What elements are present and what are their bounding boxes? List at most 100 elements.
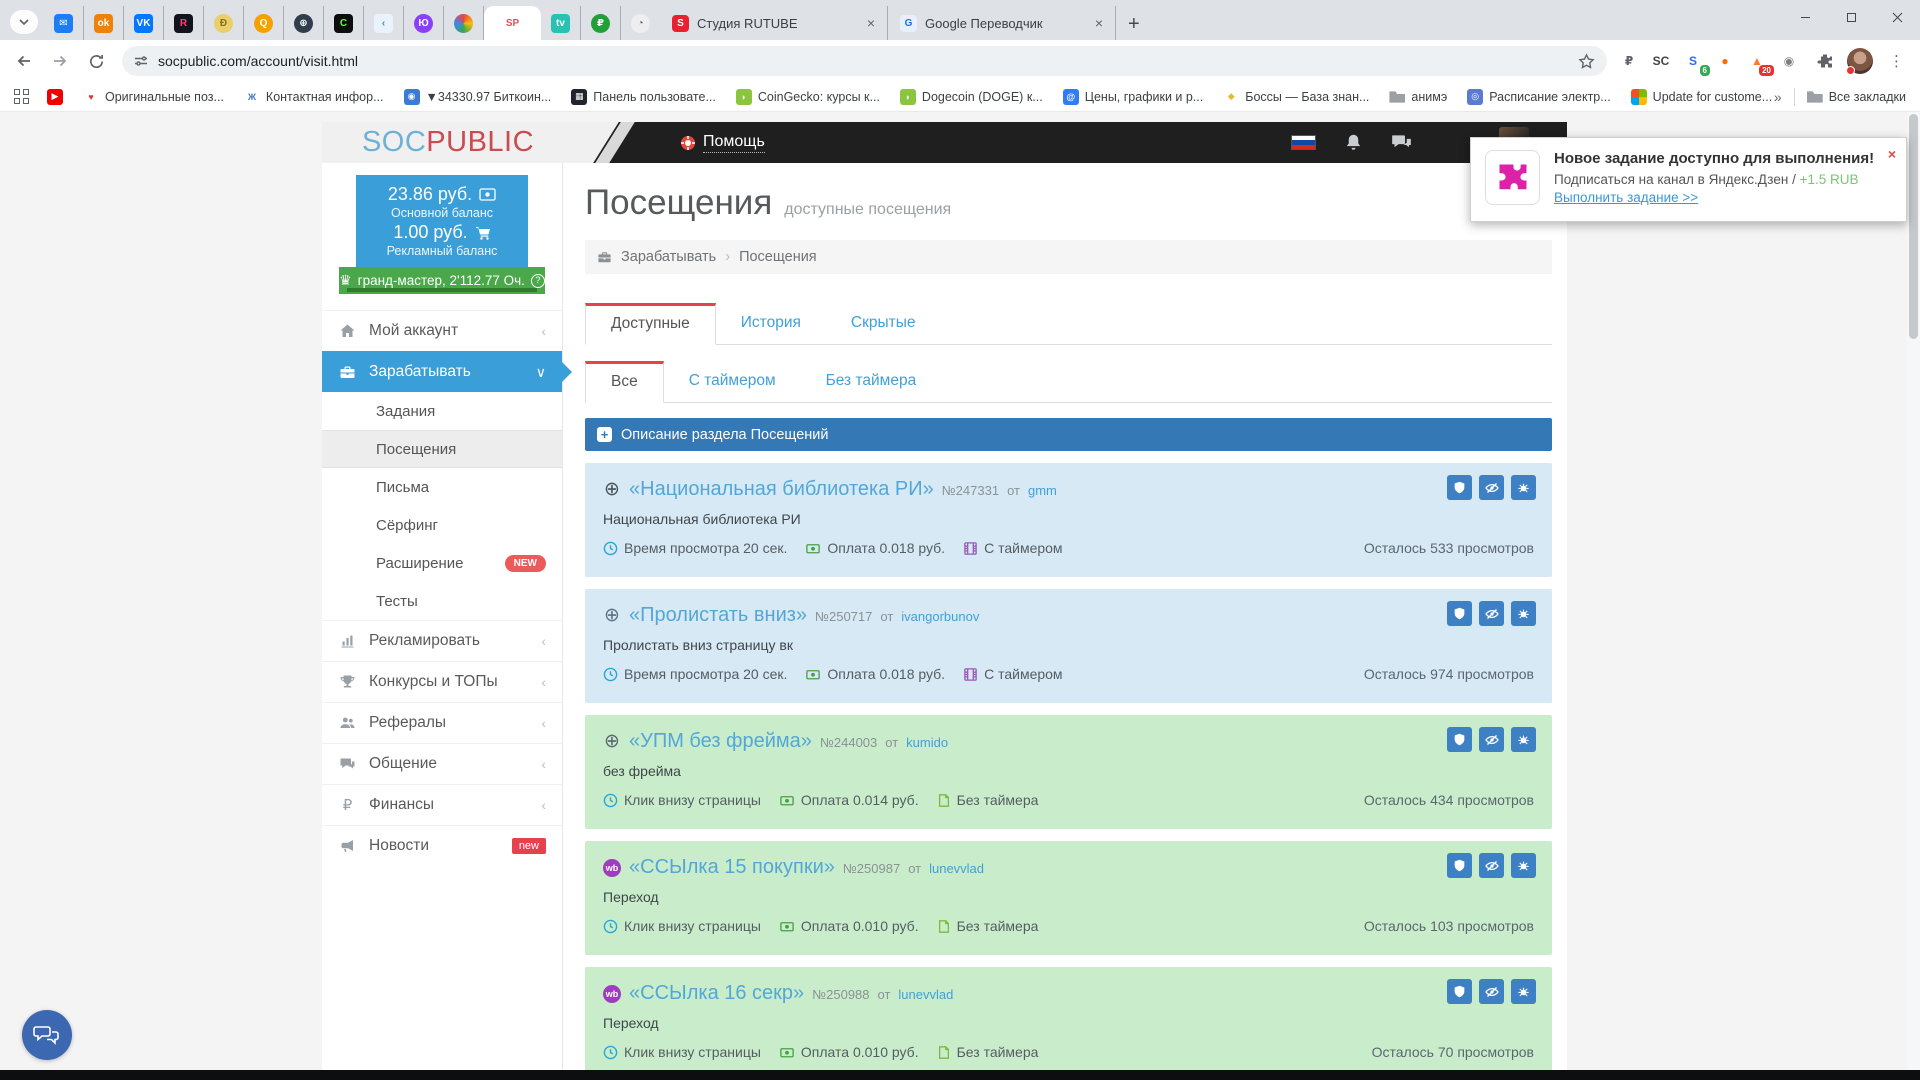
profile-avatar[interactable] [1847,48,1873,74]
sidebar-submenu-item[interactable]: Письма [322,468,562,506]
pinned-tab[interactable]: tv [541,6,581,40]
content-tab[interactable]: Скрытые [826,303,941,345]
hide-button[interactable] [1479,727,1504,752]
bookmarks-overflow-button[interactable]: » [1774,89,1782,105]
extensions-puzzle-button[interactable] [1811,47,1839,75]
pinned-tab[interactable]: Q [244,6,284,40]
section-description-banner[interactable]: + Описание раздела Посещений [585,418,1552,451]
close-notification-icon[interactable]: × [1888,146,1896,162]
content-tab[interactable]: С таймером [664,361,801,403]
forward-button[interactable] [44,45,76,77]
sidebar-submenu-item[interactable]: Сёрфинг [322,506,562,544]
pinned-tab[interactable]: Ð [204,6,244,40]
task-title-link[interactable]: «Пролистать вниз» [629,604,807,627]
extension-icon[interactable]: SC [1647,47,1675,75]
bookmark-item[interactable]: ◆ Боссы — База знан... [1223,89,1369,105]
support-chat-widget[interactable] [22,1010,72,1060]
task-author-link[interactable]: lunevvlad [898,987,953,1002]
bookmark-item[interactable]: ◗ CoinGecko: курсы к... [736,89,880,105]
pinned-tab[interactable]: ‹ [364,6,404,40]
bookmark-item[interactable]: ◎ Расписание электр... [1467,89,1610,105]
sidebar-item-earn[interactable]: Зарабатывать ∨ [322,351,562,392]
pinned-tab[interactable]: ✉ [44,6,84,40]
complain-button[interactable] [1447,601,1472,626]
maximize-button[interactable] [1828,0,1874,34]
extension-icon[interactable]: ₽ [1615,47,1643,75]
all-bookmarks-button[interactable]: Все закладки [1807,89,1906,105]
complain-button[interactable] [1447,853,1472,878]
extension-icon[interactable]: ◉ [1775,47,1803,75]
bookmark-item[interactable]: ♥ Оригинальные поз... [83,89,224,105]
tab-search-button[interactable] [10,10,38,34]
hide-button[interactable] [1479,853,1504,878]
new-tab-button[interactable]: + [1116,13,1152,40]
pinned-tab[interactable]: ₽ [581,6,621,40]
bug-report-button[interactable] [1511,601,1536,626]
tab-close-icon[interactable]: × [1091,15,1107,31]
pinned-tab[interactable] [444,6,484,40]
bookmark-item[interactable]: анимэ [1389,89,1447,105]
bookmark-item[interactable]: @ Цены, графики и р... [1063,89,1204,105]
sidebar-item-advertise[interactable]: Рекламировать ‹ [322,620,562,661]
pinned-tab[interactable]: VK [124,6,164,40]
extension-icon[interactable]: ● [1711,47,1739,75]
minimize-button[interactable] [1782,0,1828,34]
tab-close-icon[interactable]: × [863,15,879,31]
site-settings-icon[interactable] [134,54,148,68]
pinned-tab[interactable]: ⊕ [284,6,324,40]
language-flag-ru[interactable] [1291,135,1316,150]
browser-tab[interactable]: G Google Переводчик × [888,6,1116,40]
content-tab[interactable]: Все [585,361,664,403]
rank-help-icon[interactable]: ? [531,274,545,288]
apps-grid-icon[interactable] [14,89,29,104]
sidebar-submenu-item[interactable]: Задания [322,392,562,430]
bookmark-star-icon[interactable] [1578,53,1595,70]
complain-button[interactable] [1447,475,1472,500]
content-tab[interactable]: Без таймера [801,361,942,403]
complain-button[interactable] [1447,727,1472,752]
task-title-link[interactable]: «Национальная библиотека РИ» [629,478,934,501]
content-tab[interactable]: История [716,303,826,345]
extension-icon[interactable]: ▲ 20 [1743,47,1771,75]
browser-menu-button[interactable]: ⋮ [1881,52,1912,70]
pinned-tab[interactable]: C [324,6,364,40]
bell-icon[interactable] [1344,133,1363,152]
bookmark-item[interactable]: ▶ [47,89,63,105]
pinned-tab[interactable]: SP [484,6,541,40]
hide-button[interactable] [1479,979,1504,1004]
bookmark-item[interactable]: ◗ Dogecoin (DOGE) к... [900,89,1043,105]
sidebar-submenu-item[interactable]: Посещения [322,430,562,468]
sidebar-item-contests[interactable]: Конкурсы и ТОПы ‹ [322,661,562,702]
complain-button[interactable] [1447,979,1472,1004]
help-link[interactable]: Помощь [680,122,765,163]
hide-button[interactable] [1479,475,1504,500]
sidebar-submenu-item[interactable]: Тесты [322,582,562,620]
task-author-link[interactable]: gmm [1028,483,1057,498]
bookmark-item[interactable]: Update for custome... [1631,89,1773,105]
back-button[interactable] [8,45,40,77]
hide-button[interactable] [1479,601,1504,626]
task-author-link[interactable]: ivangorbunov [901,609,979,624]
do-task-link[interactable]: Выполнить задание >> [1554,190,1698,205]
reload-button[interactable] [80,45,112,77]
breadcrumb-earn[interactable]: Зарабатывать [621,249,716,265]
bug-report-button[interactable] [1511,727,1536,752]
bookmark-item[interactable]: ◉ ▼34330.97 Биткоин... [404,89,552,105]
bookmark-item[interactable]: ▦ Панель пользовате... [571,89,716,105]
close-button[interactable] [1874,0,1920,34]
task-title-link[interactable]: «УПМ без фрейма» [629,730,812,753]
task-title-link[interactable]: «ССЫлка 16 секр» [629,982,804,1005]
sidebar-item-news[interactable]: Новости new [322,825,562,866]
bug-report-button[interactable] [1511,853,1536,878]
page-scrollbar[interactable] [1907,112,1920,1070]
bug-report-button[interactable] [1511,979,1536,1004]
bookmark-item[interactable]: Ж Контактная инфор... [244,89,384,105]
sidebar-submenu-item[interactable]: Расширение NEW [322,544,562,582]
pinned-tab[interactable]: ◔ [621,6,660,40]
content-tab[interactable]: Доступные [585,303,716,345]
url-text[interactable]: socpublic.com/account/visit.html [158,53,1568,69]
sidebar-item-referrals[interactable]: Рефералы ‹ [322,702,562,743]
task-author-link[interactable]: lunevvlad [929,861,984,876]
sidebar-item-account[interactable]: Мой аккаунт ‹ [322,310,562,351]
pinned-tab[interactable]: R [164,6,204,40]
